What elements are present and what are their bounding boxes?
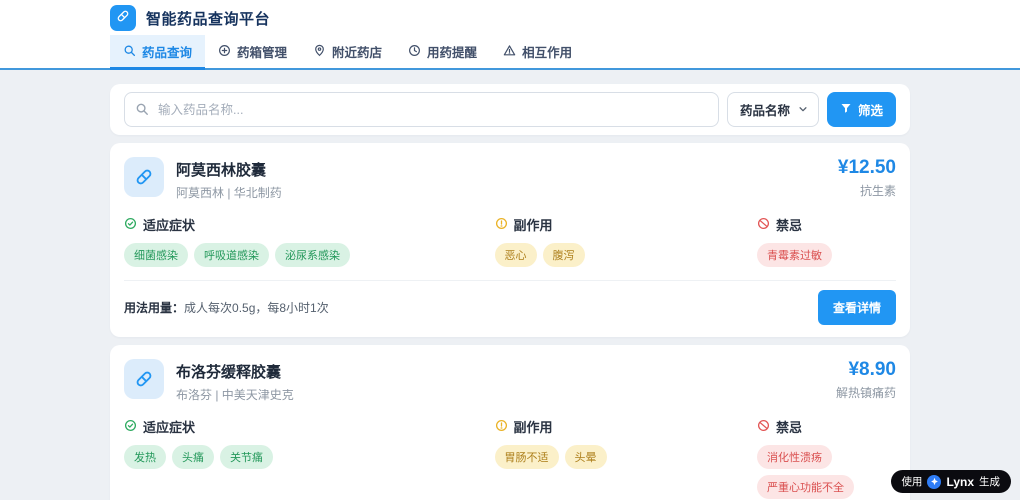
warning-triangle-icon bbox=[503, 44, 516, 60]
badge-brand: Lynx bbox=[946, 475, 974, 489]
prohibit-circle-icon bbox=[757, 217, 770, 233]
tab-nearby-pharmacy[interactable]: 附近药店 bbox=[300, 35, 395, 70]
contraindications-section: 禁忌 消化性溃疡严重心功能不全 bbox=[757, 417, 896, 499]
search-input[interactable] bbox=[124, 92, 719, 127]
filter-button-label: 筛选 bbox=[858, 100, 883, 119]
drug-subtitle: 布洛芬 | 中美天津史克 bbox=[176, 386, 294, 403]
chevron-down-icon bbox=[798, 103, 808, 117]
tab-label: 相互作用 bbox=[522, 42, 572, 61]
contraindications-section: 禁忌 青霉素过敏 bbox=[757, 215, 896, 267]
tag: 细菌感染 bbox=[124, 243, 188, 267]
drug-category: 抗生素 bbox=[838, 182, 896, 199]
main-content: 药品名称 筛选 阿莫西林胶囊 阿莫西林 | 华北制药 ¥12.50 抗生素 适应… bbox=[110, 84, 910, 500]
drug-card-header: 阿莫西林胶囊 阿莫西林 | 华北制药 ¥12.50 抗生素 bbox=[124, 157, 896, 201]
side-effect-tags: 胃肠不适头晕 bbox=[495, 445, 757, 469]
badge-prefix: 使用 bbox=[901, 474, 922, 489]
indications-section: 适应症状 发热头痛关节痛 bbox=[124, 417, 495, 499]
price-block: ¥8.90 解热镇痛药 bbox=[836, 359, 896, 401]
indication-tags: 细菌感染呼吸道感染泌尿系感染 bbox=[124, 243, 495, 267]
drug-name: 阿莫西林胶囊 bbox=[176, 157, 282, 180]
brand-row: 智能药品查询平台 bbox=[0, 0, 1020, 35]
drug-price: ¥12.50 bbox=[838, 157, 896, 179]
tag: 头痛 bbox=[172, 445, 214, 469]
contraindications-label: 禁忌 bbox=[776, 215, 802, 234]
tag: 呼吸道感染 bbox=[194, 243, 269, 267]
filter-button[interactable]: 筛选 bbox=[827, 92, 896, 127]
side-effects-label: 副作用 bbox=[514, 417, 553, 436]
drug-info-sections: 适应症状 细菌感染呼吸道感染泌尿系感染 副作用 恶心腹泻 禁忌 青霉素过敏 bbox=[124, 215, 896, 267]
lynx-attribution-badge[interactable]: 使用 Lynx 生成 bbox=[891, 470, 1011, 493]
app-header: 智能药品查询平台 药品查询 药箱管理 附近药店 用药提醒 相互作用 bbox=[0, 0, 1020, 70]
tab-interactions[interactable]: 相互作用 bbox=[490, 35, 585, 70]
tab-label: 药箱管理 bbox=[237, 42, 287, 61]
drug-card-footer: 用法用量：成人每次0.5g，每8小时1次 查看详情 bbox=[124, 280, 896, 325]
alert-circle-icon bbox=[495, 217, 508, 233]
tab-drug-search[interactable]: 药品查询 bbox=[110, 35, 205, 70]
select-value: 药品名称 bbox=[740, 100, 790, 119]
tag: 头晕 bbox=[565, 445, 607, 469]
location-pin-icon bbox=[313, 44, 326, 60]
side-effect-tags: 恶心腹泻 bbox=[495, 243, 757, 267]
tag: 关节痛 bbox=[220, 445, 273, 469]
contraindication-tags: 消化性溃疡严重心功能不全 bbox=[757, 445, 896, 499]
tag: 发热 bbox=[124, 445, 166, 469]
tab-label: 药品查询 bbox=[142, 42, 192, 61]
badge-suffix: 生成 bbox=[979, 474, 1000, 489]
indications-label: 适应症状 bbox=[143, 215, 195, 234]
drug-title-block: 布洛芬缓释胶囊 布洛芬 | 中美天津史克 bbox=[176, 359, 294, 403]
drug-card: 阿莫西林胶囊 阿莫西林 | 华北制药 ¥12.50 抗生素 适应症状 细菌感染呼… bbox=[110, 143, 910, 337]
drug-card: 布洛芬缓释胶囊 布洛芬 | 中美天津史克 ¥8.90 解热镇痛药 适应症状 发热… bbox=[110, 345, 910, 500]
nav-tabs: 药品查询 药箱管理 附近药店 用药提醒 相互作用 bbox=[0, 35, 1020, 68]
search-bar: 药品名称 筛选 bbox=[110, 84, 910, 135]
search-icon bbox=[123, 44, 136, 60]
indications-label: 适应症状 bbox=[143, 417, 195, 436]
medicine-box-icon bbox=[218, 44, 231, 60]
tab-medication-reminder[interactable]: 用药提醒 bbox=[395, 35, 490, 70]
drug-title-block: 阿莫西林胶囊 阿莫西林 | 华北制药 bbox=[176, 157, 282, 201]
capsule-icon bbox=[124, 157, 164, 197]
alert-circle-icon bbox=[495, 419, 508, 435]
clock-icon bbox=[408, 44, 421, 60]
drug-price: ¥8.90 bbox=[836, 359, 896, 381]
side-effects-section: 副作用 胃肠不适头晕 bbox=[495, 417, 757, 499]
tag: 青霉素过敏 bbox=[757, 243, 832, 267]
tab-medicine-box[interactable]: 药箱管理 bbox=[205, 35, 300, 70]
check-circle-icon bbox=[124, 419, 137, 435]
indication-tags: 发热头痛关节痛 bbox=[124, 445, 495, 469]
contraindication-tags: 青霉素过敏 bbox=[757, 243, 896, 267]
check-circle-icon bbox=[124, 217, 137, 233]
dosage-text: 用法用量：成人每次0.5g，每8小时1次 bbox=[124, 299, 329, 316]
drug-card-header: 布洛芬缓释胶囊 布洛芬 | 中美天津史克 ¥8.90 解热镇痛药 bbox=[124, 359, 896, 403]
tag: 胃肠不适 bbox=[495, 445, 559, 469]
tab-label: 附近药店 bbox=[332, 42, 382, 61]
capsule-icon bbox=[124, 359, 164, 399]
drug-info-sections: 适应症状 发热头痛关节痛 副作用 胃肠不适头晕 禁忌 消化性溃疡严重心功能不全 bbox=[124, 417, 896, 499]
search-box bbox=[124, 92, 719, 127]
price-block: ¥12.50 抗生素 bbox=[838, 157, 896, 199]
prohibit-circle-icon bbox=[757, 419, 770, 435]
app-logo bbox=[110, 5, 136, 31]
tag: 泌尿系感染 bbox=[275, 243, 350, 267]
search-type-select[interactable]: 药品名称 bbox=[727, 92, 819, 127]
drug-category: 解热镇痛药 bbox=[836, 384, 896, 401]
side-effects-section: 副作用 恶心腹泻 bbox=[495, 215, 757, 267]
tag: 严重心功能不全 bbox=[757, 475, 854, 499]
tab-label: 用药提醒 bbox=[427, 42, 477, 61]
side-effects-label: 副作用 bbox=[514, 215, 553, 234]
page-title: 智能药品查询平台 bbox=[146, 8, 270, 29]
tag: 恶心 bbox=[495, 243, 537, 267]
funnel-icon bbox=[840, 102, 852, 117]
tag: 消化性溃疡 bbox=[757, 445, 832, 469]
indications-section: 适应症状 细菌感染呼吸道感染泌尿系感染 bbox=[124, 215, 495, 267]
drug-subtitle: 阿莫西林 | 华北制药 bbox=[176, 184, 282, 201]
lynx-logo-icon bbox=[927, 475, 941, 489]
capsule-icon bbox=[115, 8, 131, 29]
view-details-button[interactable]: 查看详情 bbox=[818, 290, 896, 325]
drug-name: 布洛芬缓释胶囊 bbox=[176, 359, 294, 382]
tag: 腹泻 bbox=[543, 243, 585, 267]
contraindications-label: 禁忌 bbox=[776, 417, 802, 436]
